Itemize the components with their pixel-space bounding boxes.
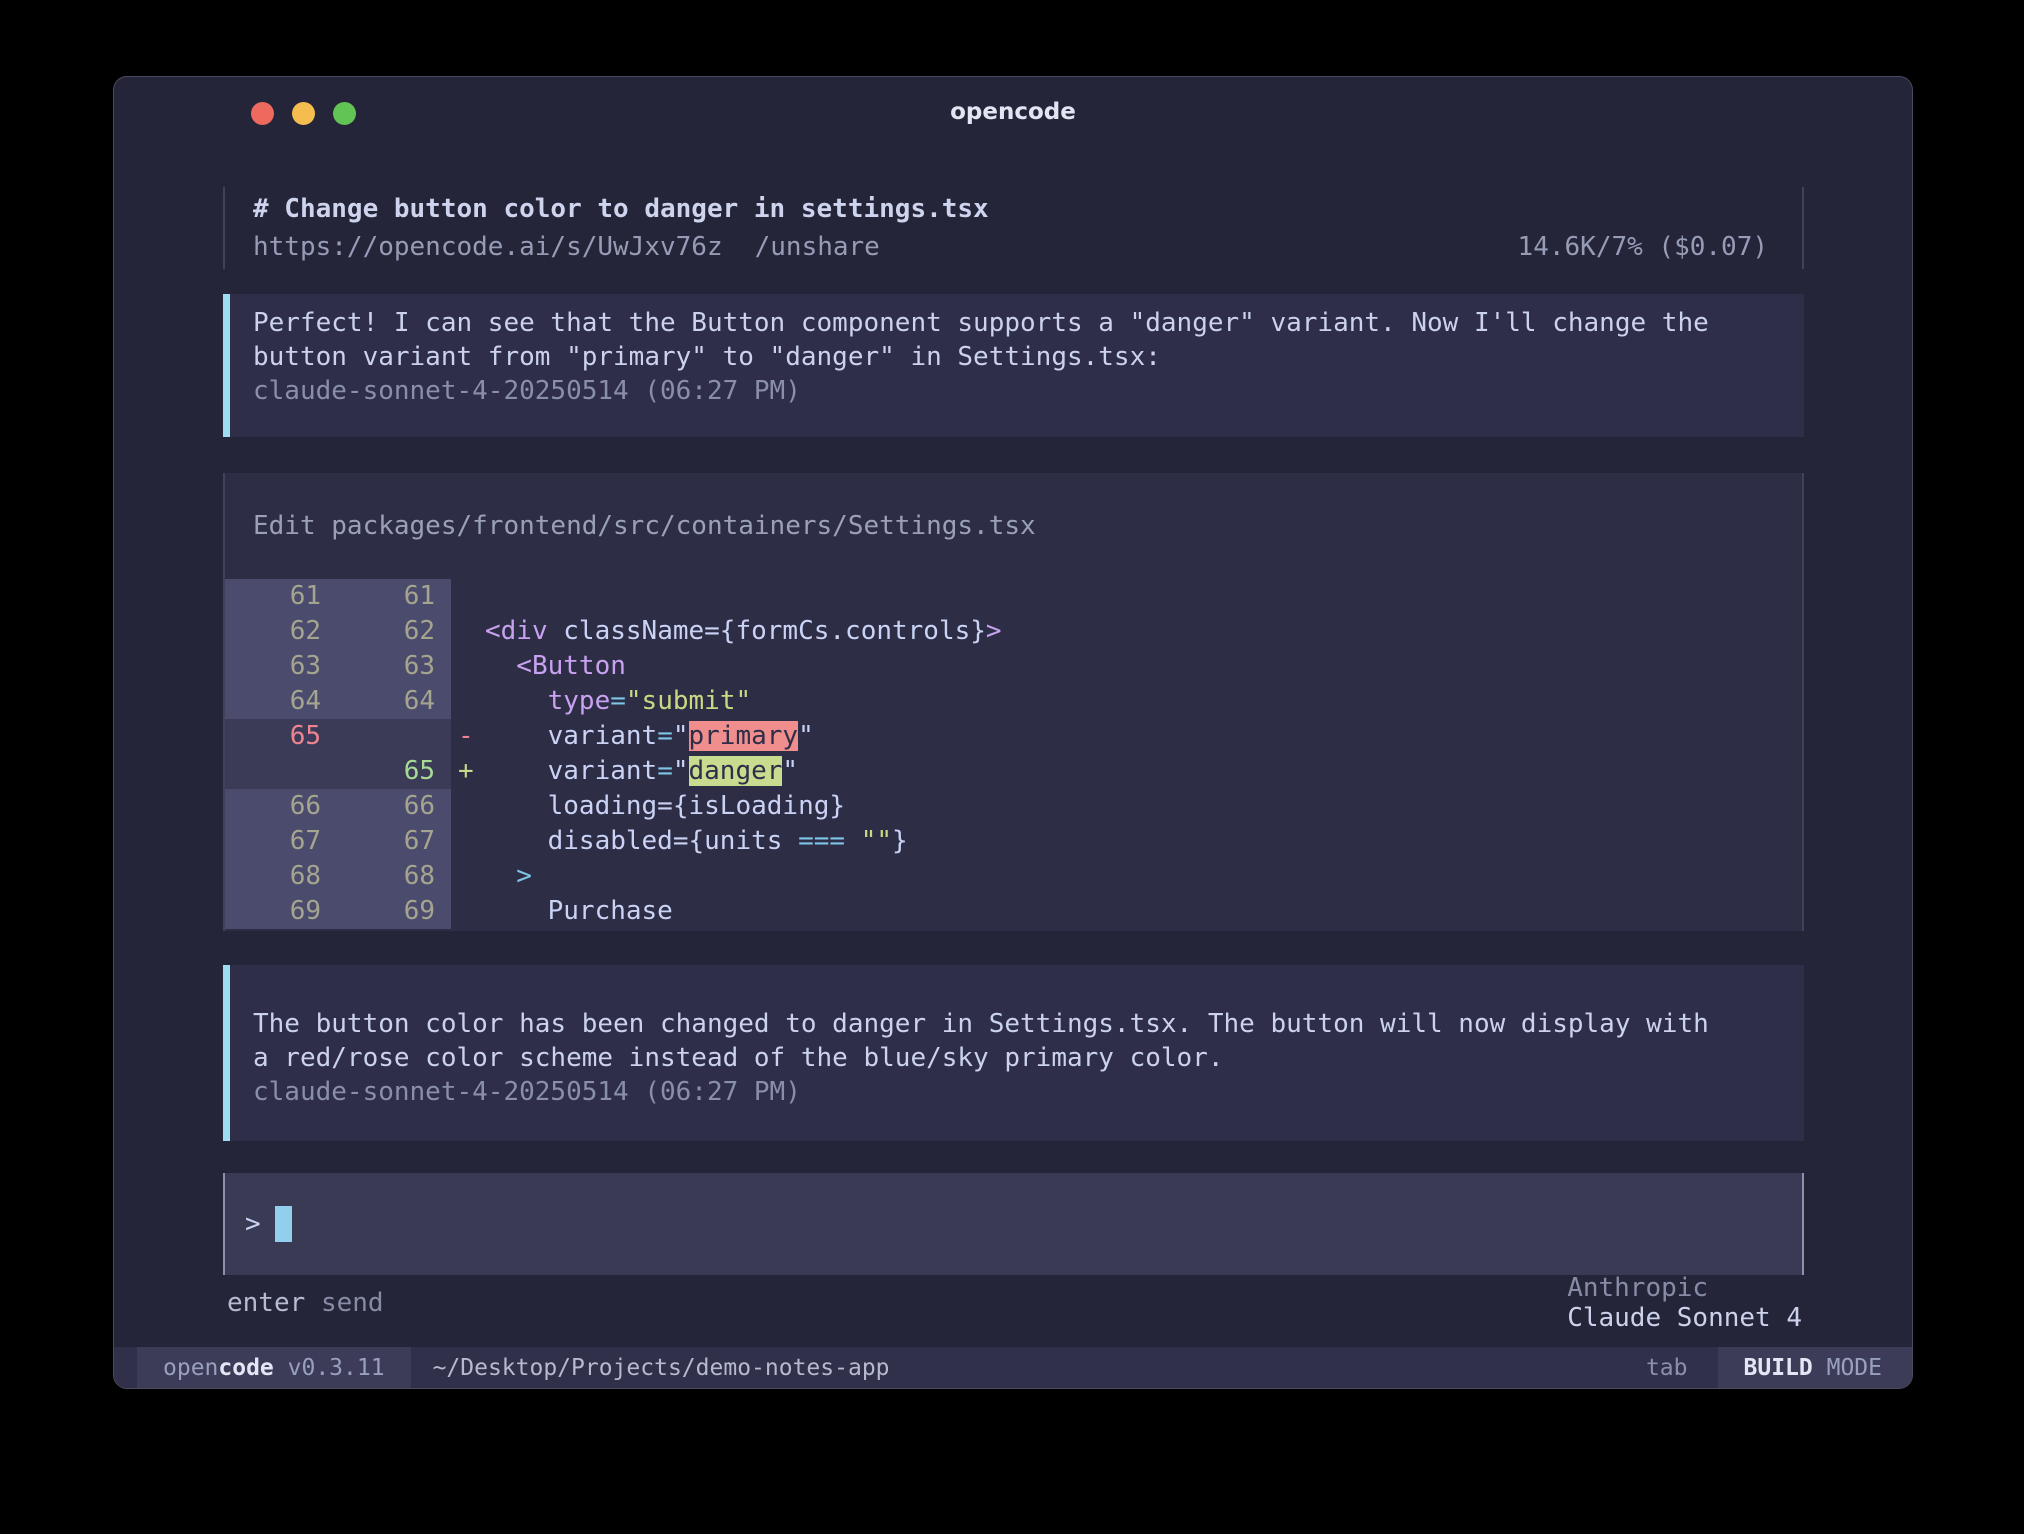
diff-marker bbox=[451, 579, 485, 614]
diff-marker: + bbox=[451, 754, 485, 789]
prompt-chevron: > bbox=[245, 1209, 261, 1239]
code-line: type="submit" bbox=[485, 684, 1802, 719]
old-line-number: 64 bbox=[225, 684, 321, 719]
code-line: Purchase bbox=[485, 894, 1802, 929]
assistant-message: Perfect! I can see that the Button compo… bbox=[223, 294, 1804, 437]
send-hint: send bbox=[321, 1288, 384, 1318]
new-line-number bbox=[321, 719, 435, 754]
diff-row: 6161 bbox=[225, 579, 1802, 614]
status-bar: opencode v0.3.11 ~/Desktop/Projects/demo… bbox=[114, 1347, 1912, 1388]
old-line-number: 61 bbox=[225, 579, 321, 614]
text-cursor bbox=[275, 1206, 292, 1242]
edit-file-path: Edit packages/frontend/src/containers/Se… bbox=[225, 473, 1802, 579]
send-hint-label bbox=[305, 1288, 321, 1318]
old-line-number: 63 bbox=[225, 649, 321, 684]
diff-marker bbox=[451, 649, 485, 684]
diff-marker bbox=[451, 614, 485, 649]
old-line-number: 65 bbox=[225, 719, 321, 754]
app-version-segment: opencode v0.3.11 bbox=[137, 1347, 411, 1388]
code-line: disabled={units === ""} bbox=[485, 824, 1802, 859]
diff-row: 6363 <Button bbox=[225, 649, 1802, 684]
code-line: loading={isLoading} bbox=[485, 789, 1802, 824]
new-line-number: 61 bbox=[321, 579, 435, 614]
diff-marker bbox=[451, 824, 485, 859]
new-line-number: 65 bbox=[321, 754, 435, 789]
context-usage-stats: 14.6K/7% ($0.07) bbox=[1518, 228, 1768, 266]
diff-marker bbox=[451, 859, 485, 894]
old-line-number: 69 bbox=[225, 894, 321, 929]
code-line: <div className={formCs.controls}> bbox=[485, 614, 1802, 649]
old-line-number: 66 bbox=[225, 789, 321, 824]
new-line-number: 66 bbox=[321, 789, 435, 824]
diff-body: 61616262 <div className={formCs.controls}… bbox=[225, 579, 1802, 929]
code-line: variant="primary" bbox=[485, 719, 1802, 754]
diff-marker bbox=[451, 894, 485, 929]
assistant-message: The button color has been changed to dan… bbox=[223, 965, 1804, 1141]
old-line-number: 62 bbox=[225, 614, 321, 649]
message-text-line: a red/rose color scheme instead of the b… bbox=[253, 1041, 1774, 1075]
session-title: # Change button color to danger in setti… bbox=[253, 190, 1768, 228]
diff-marker bbox=[451, 684, 485, 719]
message-text-line: button variant from "primary" to "danger… bbox=[253, 340, 1774, 374]
old-line-number bbox=[225, 754, 321, 789]
old-line-number: 68 bbox=[225, 859, 321, 894]
window-title: opencode bbox=[114, 99, 1912, 125]
new-line-number: 69 bbox=[321, 894, 435, 929]
new-line-number: 64 bbox=[321, 684, 435, 719]
enter-key-hint: enter bbox=[227, 1288, 305, 1318]
mode-label: MODE bbox=[1813, 1355, 1882, 1381]
mode-toggle-segment[interactable]: BUILD MODE bbox=[1718, 1347, 1913, 1388]
old-line-number: 67 bbox=[225, 824, 321, 859]
new-line-number: 63 bbox=[321, 649, 435, 684]
message-model-timestamp: claude-sonnet-4-20250514 (06:27 PM) bbox=[253, 374, 1774, 408]
message-model-timestamp: claude-sonnet-4-20250514 (06:27 PM) bbox=[253, 1075, 1774, 1109]
diff-row: 6969 Purchase bbox=[225, 894, 1802, 929]
diff-row: 6767 disabled={units === ""} bbox=[225, 824, 1802, 859]
app-version: v0.3.11 bbox=[274, 1355, 385, 1381]
app-name-light: open bbox=[163, 1355, 218, 1381]
message-accent-bar bbox=[223, 965, 230, 1141]
session-header: # Change button color to danger in setti… bbox=[223, 187, 1804, 269]
input-hints-row: enter send Anthropic Claude Sonnet 4 bbox=[223, 1283, 1804, 1323]
new-line-number: 62 bbox=[321, 614, 435, 649]
diff-row: 65 + variant="danger" bbox=[225, 754, 1802, 789]
message-text-line: The button color has been changed to dan… bbox=[253, 1007, 1774, 1041]
edit-tool-block: Edit packages/frontend/src/containers/Se… bbox=[223, 473, 1804, 931]
new-line-number: 68 bbox=[321, 859, 435, 894]
new-line-number: 67 bbox=[321, 824, 435, 859]
titlebar: opencode bbox=[114, 77, 1912, 147]
code-line: > bbox=[485, 859, 1802, 894]
working-directory: ~/Desktop/Projects/demo-notes-app bbox=[433, 1355, 890, 1381]
tab-key-hint: tab bbox=[1620, 1355, 1714, 1381]
diff-row: 6666 loading={isLoading} bbox=[225, 789, 1802, 824]
diff-row: 6464 type="submit" bbox=[225, 684, 1802, 719]
opencode-window: opencode # Change button color to danger… bbox=[113, 76, 1913, 1389]
model-name[interactable]: Claude Sonnet 4 bbox=[1567, 1303, 1802, 1333]
unshare-command[interactable]: /unshare bbox=[755, 228, 880, 266]
diff-marker bbox=[451, 789, 485, 824]
app-name-bold: code bbox=[218, 1355, 273, 1381]
code-line: variant="danger" bbox=[485, 754, 1802, 789]
message-text-line: Perfect! I can see that the Button compo… bbox=[253, 306, 1774, 340]
model-provider: Anthropic bbox=[1567, 1273, 1724, 1303]
message-accent-bar bbox=[223, 294, 230, 437]
code-line: <Button bbox=[485, 649, 1802, 684]
code-line bbox=[485, 579, 1802, 614]
diff-row: 65 - variant="primary" bbox=[225, 719, 1802, 754]
diff-marker: - bbox=[451, 719, 485, 754]
mode-key: BUILD bbox=[1744, 1355, 1813, 1381]
diff-row: 6868 > bbox=[225, 859, 1802, 894]
diff-row: 6262 <div className={formCs.controls}> bbox=[225, 614, 1802, 649]
share-url-link[interactable]: https://opencode.ai/s/UwJxv76z bbox=[253, 228, 723, 266]
